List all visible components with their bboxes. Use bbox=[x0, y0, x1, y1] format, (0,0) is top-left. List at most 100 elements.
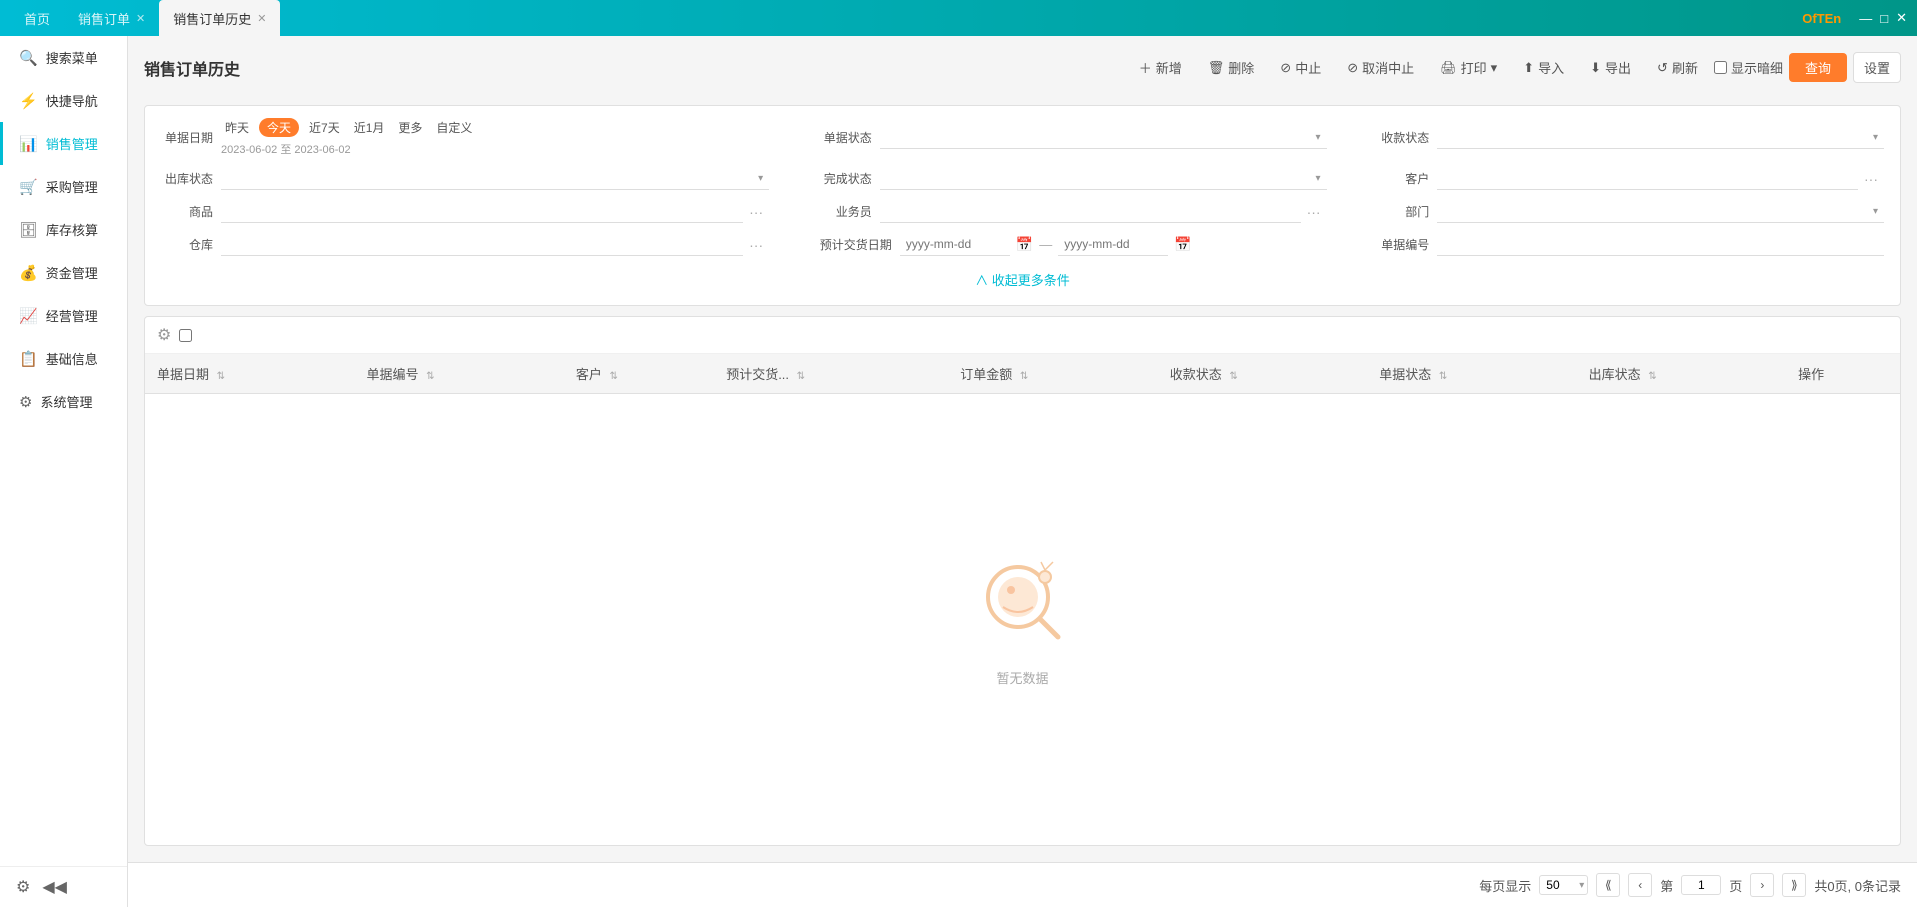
table-settings-icon[interactable]: ⚙ bbox=[157, 325, 171, 345]
doc-status-select[interactable] bbox=[880, 126, 1327, 149]
content-area: 销售订单历史 ＋ 新增 🗑 删除 ⊘ 中止 ⊘ bbox=[128, 36, 1917, 907]
display-cols-toggle[interactable]: 显示暗细 bbox=[1714, 58, 1783, 77]
date-tab-7days[interactable]: 近7天 bbox=[305, 118, 344, 137]
col-stock-status-sort[interactable]: ⇅ bbox=[1648, 371, 1656, 382]
last-page-button[interactable]: ⟫ bbox=[1782, 873, 1806, 897]
display-cols-checkbox[interactable] bbox=[1714, 61, 1727, 74]
delivery-date-start[interactable] bbox=[900, 233, 1010, 256]
sidebar-item-basic-info[interactable]: 📋 基础信息 bbox=[0, 337, 127, 380]
payment-status-select[interactable] bbox=[1437, 126, 1884, 149]
sidebar-bottom: ⚙ ◀◀ bbox=[0, 866, 127, 907]
col-number[interactable]: 单据编号 ⇅ bbox=[354, 354, 563, 394]
filter-warehouse-label: 仓库 bbox=[161, 236, 221, 253]
salesperson-input[interactable] bbox=[880, 200, 1301, 223]
cancel-stop-label: 取消中止 bbox=[1362, 58, 1414, 77]
department-select[interactable] bbox=[1437, 200, 1884, 223]
doc-number-input[interactable] bbox=[1437, 233, 1884, 256]
sidebar-item-system[interactable]: ⚙ 系统管理 bbox=[0, 380, 127, 423]
col-amount[interactable]: 订单金额 ⇅ bbox=[948, 354, 1157, 394]
col-stock-status[interactable]: 出库状态 ⇅ bbox=[1577, 354, 1786, 394]
complete-status-select-wrapper: ▾ bbox=[880, 167, 1327, 190]
tab-sales-order-history-close[interactable]: ✕ bbox=[257, 12, 266, 25]
tab-sales-order-close[interactable]: ✕ bbox=[136, 12, 145, 25]
delivery-date-end[interactable] bbox=[1058, 233, 1168, 256]
tab-sales-order-history[interactable]: 销售订单历史 ✕ bbox=[159, 0, 280, 36]
sidebar-item-purchase[interactable]: 🛒 采购管理 bbox=[0, 165, 127, 208]
prev-page-button[interactable]: ‹ bbox=[1628, 873, 1652, 897]
delivery-date-end-cal[interactable]: 📅 bbox=[1174, 236, 1191, 253]
date-tab-1month[interactable]: 近1月 bbox=[350, 118, 389, 137]
next-page-button[interactable]: › bbox=[1750, 873, 1774, 897]
salesperson-dots[interactable]: ··· bbox=[1301, 204, 1327, 220]
collapse-sidebar-icon[interactable]: ◀◀ bbox=[42, 877, 67, 897]
collapse-bar[interactable]: ∧ 收起更多条件 bbox=[161, 266, 1884, 293]
warehouse-dots[interactable]: ··· bbox=[743, 237, 769, 253]
settings-button[interactable]: 设置 bbox=[1853, 52, 1901, 83]
query-button[interactable]: 查询 bbox=[1789, 53, 1847, 82]
sidebar-item-sales[interactable]: 📊 销售管理 bbox=[0, 122, 127, 165]
delete-button[interactable]: 🗑 删除 bbox=[1198, 53, 1265, 82]
col-payment-status[interactable]: 收款状态 ⇅ bbox=[1158, 354, 1367, 394]
date-tab-custom[interactable]: 自定义 bbox=[432, 118, 476, 137]
window-minimize[interactable]: — bbox=[1859, 11, 1872, 26]
sidebar-label-system: 系统管理 bbox=[40, 392, 92, 411]
refresh-button[interactable]: ↺ 刷新 bbox=[1647, 53, 1708, 82]
col-date[interactable]: 单据日期 ⇅ bbox=[145, 354, 354, 394]
sidebar-item-inventory[interactable]: 🗄 库存核算 bbox=[0, 208, 127, 251]
col-customer[interactable]: 客户 ⇅ bbox=[564, 354, 714, 394]
date-tab-yesterday[interactable]: 昨天 bbox=[221, 118, 253, 137]
new-button[interactable]: ＋ 新增 bbox=[1129, 53, 1192, 82]
purchase-icon: 🛒 bbox=[19, 178, 38, 196]
filter-warehouse-field: 仓库 ··· bbox=[161, 233, 769, 256]
per-page-select[interactable]: 10 20 50 100 bbox=[1539, 875, 1588, 895]
select-all-checkbox[interactable] bbox=[179, 329, 192, 342]
goods-dots[interactable]: ··· bbox=[743, 204, 769, 220]
window-maximize[interactable]: □ bbox=[1880, 11, 1888, 26]
inventory-icon: 🗄 bbox=[19, 221, 38, 239]
query-label: 查询 bbox=[1805, 58, 1831, 77]
warehouse-input[interactable] bbox=[221, 233, 743, 256]
col-date-sort[interactable]: ⇅ bbox=[217, 371, 225, 382]
col-amount-sort[interactable]: ⇅ bbox=[1020, 371, 1028, 382]
collapse-label: ∧ 收起更多条件 bbox=[975, 273, 1070, 288]
sidebar-item-finance[interactable]: 💰 资金管理 bbox=[0, 251, 127, 294]
page-number-input[interactable] bbox=[1681, 875, 1721, 895]
print-button[interactable]: 🖨 打印 ▾ bbox=[1430, 53, 1507, 82]
delivery-date-start-cal[interactable]: 📅 bbox=[1016, 236, 1033, 253]
stock-status-select[interactable] bbox=[221, 167, 769, 190]
filter-doc-status-field: 单据状态 ▾ bbox=[820, 126, 1327, 149]
main-layout: 🔍 搜索菜单 ⚡ 快捷导航 📊 销售管理 🛒 采购管理 🗄 库存核算 💰 资金管… bbox=[0, 36, 1917, 907]
tab-sales-order-history-label: 销售订单历史 bbox=[173, 9, 251, 28]
goods-input[interactable] bbox=[221, 200, 743, 223]
sidebar-item-operations[interactable]: 📈 经营管理 bbox=[0, 294, 127, 337]
import-button[interactable]: ⬆ 导入 bbox=[1513, 53, 1574, 82]
col-doc-status[interactable]: 单据状态 ⇅ bbox=[1367, 354, 1576, 394]
first-page-button[interactable]: ⟪ bbox=[1596, 873, 1620, 897]
table-section: ⚙ 单据日期 ⇅ 单据编号 ⇅ bbox=[144, 316, 1901, 846]
col-number-sort[interactable]: ⇅ bbox=[426, 371, 434, 382]
col-delivery[interactable]: 预计交货... ⇅ bbox=[714, 354, 948, 394]
total-records-label: 共0页, 0条记录 bbox=[1814, 876, 1901, 895]
col-customer-label: 客户 bbox=[576, 367, 602, 382]
search-menu-icon: 🔍 bbox=[19, 49, 38, 67]
complete-status-select[interactable] bbox=[880, 167, 1327, 190]
settings-bottom-icon[interactable]: ⚙ bbox=[16, 877, 30, 897]
date-tab-today[interactable]: 今天 bbox=[259, 118, 299, 137]
tab-home[interactable]: 首页 bbox=[10, 0, 64, 36]
col-doc-status-sort[interactable]: ⇅ bbox=[1439, 371, 1447, 382]
col-customer-sort[interactable]: ⇅ bbox=[610, 371, 618, 382]
stock-status-select-wrapper: ▾ bbox=[221, 167, 769, 190]
stop-button[interactable]: ⊘ 中止 bbox=[1270, 53, 1331, 82]
export-button[interactable]: ⬇ 导出 bbox=[1580, 53, 1641, 82]
sidebar-item-quick-nav[interactable]: ⚡ 快捷导航 bbox=[0, 79, 127, 122]
col-payment-status-sort[interactable]: ⇅ bbox=[1229, 371, 1237, 382]
cancel-stop-button[interactable]: ⊘ 取消中止 bbox=[1337, 53, 1424, 82]
col-delivery-sort[interactable]: ⇅ bbox=[797, 371, 805, 382]
customer-dots[interactable]: ··· bbox=[1858, 171, 1884, 187]
col-payment-status-label: 收款状态 bbox=[1170, 367, 1222, 382]
sidebar-item-search[interactable]: 🔍 搜索菜单 bbox=[0, 36, 127, 79]
date-tab-more[interactable]: 更多 bbox=[394, 118, 426, 137]
window-close[interactable]: ✕ bbox=[1896, 10, 1907, 26]
customer-input[interactable] bbox=[1437, 167, 1858, 190]
tab-sales-order[interactable]: 销售订单 ✕ bbox=[64, 0, 159, 36]
